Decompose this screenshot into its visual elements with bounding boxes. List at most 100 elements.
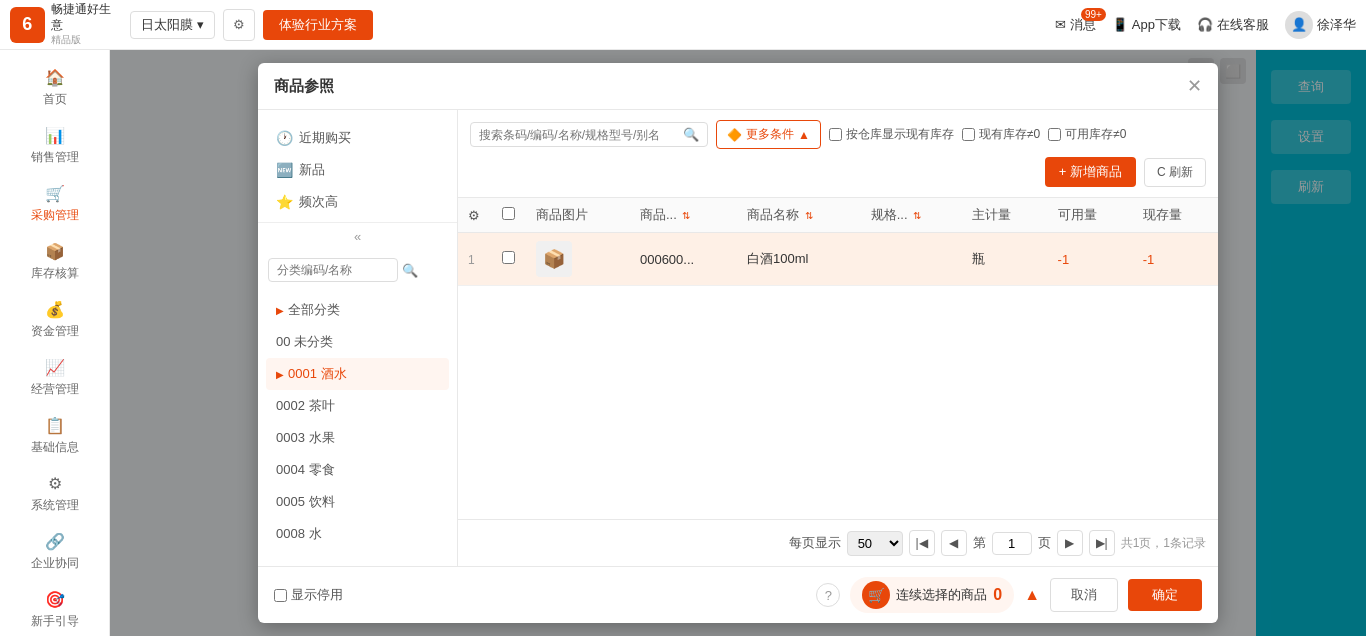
sidebar-item-finance[interactable]: 💰 资金管理 bbox=[0, 290, 109, 348]
select-all-checkbox[interactable] bbox=[502, 207, 515, 220]
cat-water[interactable]: 0008 水 bbox=[266, 518, 449, 550]
new-product-item[interactable]: 🆕 新品 bbox=[266, 154, 449, 186]
recent-icon: 🕐 bbox=[276, 130, 293, 146]
sidebar-label-sales: 销售管理 bbox=[31, 149, 79, 166]
show-disabled-label[interactable]: 显示停用 bbox=[274, 586, 343, 604]
cat-wine-icon: ▶ bbox=[276, 369, 284, 380]
sidebar-item-base[interactable]: 📋 基础信息 bbox=[0, 406, 109, 464]
sort-icon-name: ⇅ bbox=[805, 210, 813, 221]
refresh-btn[interactable]: C 刷新 bbox=[1144, 158, 1206, 187]
app-download-btn[interactable]: 📱 App下载 bbox=[1112, 16, 1181, 34]
store-dropdown[interactable]: 日太阳膜 ▾ bbox=[130, 11, 215, 39]
cat-snack[interactable]: 0004 零食 bbox=[266, 454, 449, 486]
sidebar-item-home[interactable]: 🏠 首页 bbox=[0, 58, 109, 116]
first-page-btn[interactable]: |◀ bbox=[909, 530, 935, 556]
current-stock-checkbox[interactable] bbox=[962, 128, 975, 141]
sidebar-item-system[interactable]: ⚙ 系统管理 bbox=[0, 464, 109, 522]
sidebar-item-purchase[interactable]: 🛒 采购管理 bbox=[0, 174, 109, 232]
modal-toolbar: 🔍 🔶 更多条件 ▲ 按仓库显示现有库存 bbox=[458, 110, 1218, 198]
cat-wine-label: 0001 酒水 bbox=[288, 365, 347, 383]
collab-icon: 🔗 bbox=[44, 530, 66, 552]
main-layout: 🏠 首页 📊 销售管理 🛒 采购管理 📦 库存核算 💰 资金管理 📈 经营管理 … bbox=[0, 50, 1366, 636]
warehouse-stock-checkbox[interactable] bbox=[829, 128, 842, 141]
show-disabled-checkbox[interactable] bbox=[274, 589, 287, 602]
page-number-input[interactable] bbox=[992, 532, 1032, 555]
collapse-icon: « bbox=[354, 229, 361, 244]
current-stock-filter[interactable]: 现有库存≠0 bbox=[962, 126, 1040, 143]
modal-close-btn[interactable]: ✕ bbox=[1187, 75, 1202, 97]
product-thumbnail: 📦 bbox=[536, 241, 572, 277]
more-filter-btn[interactable]: 🔶 更多条件 ▲ bbox=[716, 120, 821, 149]
inventory-icon: 📦 bbox=[44, 240, 66, 262]
cat-fruit[interactable]: 0003 水果 bbox=[266, 422, 449, 454]
cell-stock: -1 bbox=[1133, 233, 1218, 286]
cat-tea[interactable]: 0002 茶叶 bbox=[266, 390, 449, 422]
gear-button[interactable]: ⚙ bbox=[223, 9, 255, 41]
last-page-btn[interactable]: ▶| bbox=[1089, 530, 1115, 556]
modal-overlay: 商品参照 ✕ 🕐 近期购买 🆕 bbox=[110, 50, 1366, 636]
home-icon: 🏠 bbox=[44, 66, 66, 88]
page-label: 第 bbox=[973, 534, 986, 552]
warehouse-stock-label: 按仓库显示现有库存 bbox=[846, 126, 954, 143]
product-search-icon[interactable]: 🔍 bbox=[683, 127, 699, 142]
category-search-input[interactable] bbox=[268, 258, 398, 282]
cat-fruit-label: 0003 水果 bbox=[276, 429, 335, 447]
sidebar-item-collab[interactable]: 🔗 企业协同 bbox=[0, 522, 109, 580]
collapse-cart-btn[interactable]: ▲ bbox=[1024, 586, 1040, 604]
messages-btn[interactable]: ✉ 消息 99+ bbox=[1055, 16, 1096, 34]
recent-label: 近期购买 bbox=[299, 129, 351, 147]
product-stock: -1 bbox=[1143, 252, 1155, 267]
recent-purchase-item[interactable]: 🕐 近期购买 bbox=[266, 122, 449, 154]
cat-unclassified[interactable]: 00 未分类 bbox=[266, 326, 449, 358]
user-area[interactable]: 👤 徐泽华 bbox=[1285, 11, 1356, 39]
confirm-btn[interactable]: 确定 bbox=[1128, 579, 1202, 611]
cat-snack-label: 0004 零食 bbox=[276, 461, 335, 479]
cart-count: 0 bbox=[993, 586, 1002, 604]
product-name: 白酒100ml bbox=[747, 251, 808, 266]
new-label: 新品 bbox=[299, 161, 325, 179]
sidebar-label-system: 系统管理 bbox=[31, 497, 79, 514]
sidebar-item-business[interactable]: 📈 经营管理 bbox=[0, 348, 109, 406]
col-code-label: 商品... bbox=[640, 207, 677, 222]
row-checkbox[interactable] bbox=[502, 251, 515, 264]
cat-wine[interactable]: ▶ 0001 酒水 bbox=[266, 358, 449, 390]
col-code[interactable]: 商品... ⇅ bbox=[630, 198, 737, 233]
col-spec[interactable]: 规格... ⇅ bbox=[861, 198, 963, 233]
sidebar-label-guide: 新手引导 bbox=[31, 613, 79, 630]
available-stock-filter[interactable]: 可用库存≠0 bbox=[1048, 126, 1126, 143]
cat-unclassified-label: 00 未分类 bbox=[276, 333, 333, 351]
new-icon: 🆕 bbox=[276, 162, 293, 178]
cancel-btn[interactable]: 取消 bbox=[1050, 578, 1118, 612]
col-settings[interactable]: ⚙ bbox=[458, 198, 492, 233]
trial-button[interactable]: 体验行业方案 bbox=[263, 10, 373, 40]
table-row[interactable]: 1 📦 00 bbox=[458, 233, 1218, 286]
sort-icon-code: ⇅ bbox=[682, 210, 690, 221]
sidebar-item-inventory[interactable]: 📦 库存核算 bbox=[0, 232, 109, 290]
cell-image: 📦 bbox=[526, 233, 630, 286]
prev-page-btn[interactable]: ◀ bbox=[941, 530, 967, 556]
frequent-item[interactable]: ⭐ 频次高 bbox=[266, 186, 449, 218]
left-collapse-btn[interactable]: « bbox=[258, 222, 457, 250]
cat-all[interactable]: ▶ 全部分类 bbox=[266, 294, 449, 326]
col-name[interactable]: 商品名称 ⇅ bbox=[737, 198, 861, 233]
cat-drink[interactable]: 0005 饮料 bbox=[266, 486, 449, 518]
cat-appliance[interactable]: 0010 家电 bbox=[266, 550, 449, 558]
service-btn[interactable]: 🎧 在线客服 bbox=[1197, 16, 1269, 34]
col-image: 商品图片 bbox=[526, 198, 630, 233]
help-btn[interactable]: ? bbox=[816, 583, 840, 607]
product-search-input[interactable] bbox=[479, 128, 679, 142]
next-page-btn[interactable]: ▶ bbox=[1057, 530, 1083, 556]
sidebar-item-guide[interactable]: 🎯 新手引导 bbox=[0, 580, 109, 636]
cat-expand-icon: ▶ bbox=[276, 305, 284, 316]
per-page-select[interactable]: 50 20 100 bbox=[847, 531, 903, 556]
category-search-icon[interactable]: 🔍 bbox=[402, 263, 418, 278]
sidebar-label-business: 经营管理 bbox=[31, 381, 79, 398]
sidebar-label-purchase: 采购管理 bbox=[31, 207, 79, 224]
store-name: 日太阳膜 bbox=[141, 16, 193, 34]
sidebar-item-sales[interactable]: 📊 销售管理 bbox=[0, 116, 109, 174]
cart-count-area[interactable]: 🛒 连续选择的商品 0 bbox=[850, 577, 1014, 613]
warehouse-stock-filter[interactable]: 按仓库显示现有库存 bbox=[829, 126, 954, 143]
available-stock-checkbox[interactable] bbox=[1048, 128, 1061, 141]
modal-body: 🕐 近期购买 🆕 新品 ⭐ 频次高 bbox=[258, 110, 1218, 566]
add-product-btn[interactable]: + 新增商品 bbox=[1045, 157, 1136, 187]
